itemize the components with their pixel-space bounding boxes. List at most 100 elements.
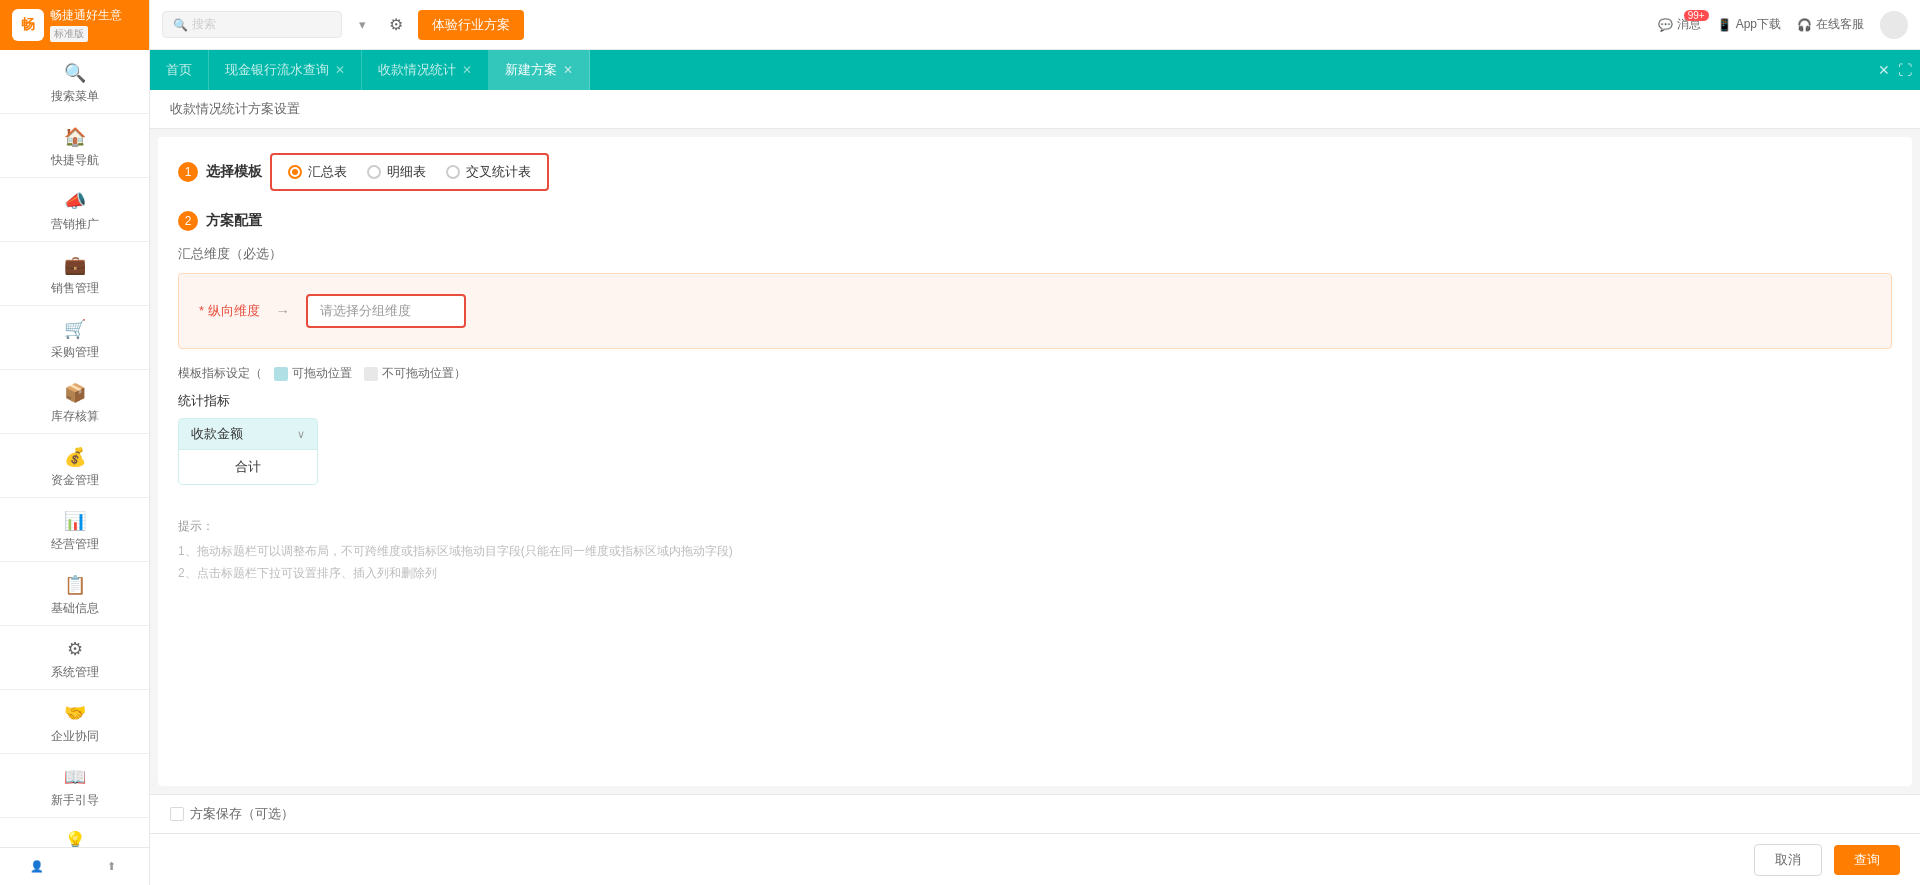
sidebar-item-label: 库存核算 bbox=[51, 408, 99, 425]
legend-draggable-label: 可拖动位置 bbox=[292, 365, 352, 382]
tab-payment[interactable]: 收款情况统计 ✕ bbox=[362, 50, 489, 90]
dimension-area: 纵向维度 → 请选择分组维度 bbox=[178, 273, 1892, 349]
tab-home[interactable]: 首页 bbox=[150, 50, 209, 90]
sidebar-item-finance[interactable]: 💰 资金管理 bbox=[0, 434, 149, 498]
topbar-right: 💬 消息 99+ 📱 App下载 🎧 在线客服 bbox=[1658, 11, 1908, 39]
sidebar-item-search[interactable]: 🔍 搜索菜单 bbox=[0, 50, 149, 114]
save-checkbox-label[interactable]: 方案保存（可选） bbox=[170, 805, 294, 823]
step1-header: 1 选择模板 汇总表 明细表 交叉统计表 bbox=[178, 153, 1892, 191]
download-icon: 📱 bbox=[1717, 18, 1732, 32]
query-button[interactable]: 查询 bbox=[1834, 845, 1900, 875]
search-bar[interactable]: 🔍 搜索 bbox=[162, 11, 342, 38]
corp-icon: 🤝 bbox=[64, 702, 86, 724]
sidebar-item-purchase[interactable]: 🛒 采购管理 bbox=[0, 306, 149, 370]
tab-newplan-label: 新建方案 bbox=[505, 61, 557, 79]
chat-icon: 🎧 bbox=[1797, 18, 1812, 32]
metrics-header: 模板指标设定（ 可拖动位置 不可拖动位置） bbox=[178, 365, 1892, 382]
save-checkbox[interactable] bbox=[170, 807, 184, 821]
download-btn[interactable]: 📱 App下载 bbox=[1717, 16, 1781, 33]
message-btn[interactable]: 💬 消息 99+ bbox=[1658, 16, 1701, 33]
tips-item-1: 1、拖动标题栏可以调整布局，不可跨维度或指标区域拖动目字段(只能在同一维度或指标… bbox=[178, 541, 1892, 563]
expand-window-btn[interactable]: ⛶ bbox=[1898, 62, 1912, 78]
guide-icon: 📖 bbox=[64, 766, 86, 788]
radio-summary[interactable]: 汇总表 bbox=[288, 163, 347, 181]
tab-newplan-close[interactable]: ✕ bbox=[563, 63, 573, 77]
tab-newplan[interactable]: 新建方案 ✕ bbox=[489, 50, 590, 90]
download-label: App下载 bbox=[1736, 16, 1781, 33]
sidebar-item-marketing[interactable]: 📣 营销推广 bbox=[0, 178, 149, 242]
sidebar-item-hardware[interactable]: 💡 智能硬件 bbox=[0, 818, 149, 847]
sidebar-item-label: 营销推广 bbox=[51, 216, 99, 233]
dimension-placeholder: 请选择分组维度 bbox=[320, 303, 411, 318]
legend-non-draggable-box bbox=[364, 367, 378, 381]
tab-cashflow-close[interactable]: ✕ bbox=[335, 63, 345, 77]
legend-draggable-item: 可拖动位置 bbox=[274, 365, 352, 382]
chat-label: 在线客服 bbox=[1816, 16, 1864, 33]
breadcrumb-text: 收款情况统计方案设置 bbox=[170, 101, 300, 116]
chevron-down-icon: ▾ bbox=[359, 17, 366, 32]
legend-draggable-box bbox=[274, 367, 288, 381]
system-icon: ⚙ bbox=[67, 638, 83, 660]
tab-cashflow[interactable]: 现金银行流水查询 ✕ bbox=[209, 50, 362, 90]
radio-cross-btn[interactable] bbox=[446, 165, 460, 179]
legend-non-draggable-item: 不可拖动位置） bbox=[364, 365, 466, 382]
sidebar-user-btn[interactable]: 👤 bbox=[0, 856, 75, 877]
user-avatar[interactable] bbox=[1880, 11, 1908, 39]
cancel-button[interactable]: 取消 bbox=[1754, 844, 1822, 876]
sidebar-bottom: 👤 ⬆ bbox=[0, 847, 149, 885]
close-window-btn[interactable]: ✕ bbox=[1878, 62, 1890, 78]
radio-summary-btn[interactable] bbox=[288, 165, 302, 179]
home-icon: 🏠 bbox=[64, 126, 86, 148]
content-area: 1 选择模板 汇总表 明细表 交叉统计表 bbox=[158, 137, 1912, 786]
arrow-icon: → bbox=[276, 303, 290, 319]
step1-section: 1 选择模板 汇总表 明细表 交叉统计表 bbox=[178, 153, 1892, 191]
user-icon: 👤 bbox=[30, 860, 44, 873]
tab-home-label: 首页 bbox=[166, 61, 192, 79]
sidebar-item-guide[interactable]: 📖 新手引导 bbox=[0, 754, 149, 818]
sidebar-item-corp[interactable]: 🤝 企业协同 bbox=[0, 690, 149, 754]
tips-title: 提示： bbox=[178, 518, 1892, 535]
sidebar-item-label: 基础信息 bbox=[51, 600, 99, 617]
dimension-selector[interactable]: 请选择分组维度 bbox=[306, 294, 466, 328]
tips-section: 提示： 1、拖动标题栏可以调整布局，不可跨维度或指标区域拖动目字段(只能在同一维… bbox=[178, 508, 1892, 594]
chat-btn[interactable]: 🎧 在线客服 bbox=[1797, 16, 1864, 33]
tab-payment-close[interactable]: ✕ bbox=[462, 63, 472, 77]
sidebar-item-label: 销售管理 bbox=[51, 280, 99, 297]
step1-title: 选择模板 bbox=[206, 163, 262, 181]
sidebar-item-basic[interactable]: 📋 基础信息 bbox=[0, 562, 149, 626]
settings-btn[interactable]: ⚙ bbox=[382, 11, 410, 39]
tips-item-2: 2、点击标题栏下拉可设置排序、插入列和删除列 bbox=[178, 563, 1892, 585]
sidebar-item-nav[interactable]: 🏠 快捷导航 bbox=[0, 114, 149, 178]
inventory-icon: 📦 bbox=[64, 382, 86, 404]
step2-header: 2 方案配置 bbox=[178, 211, 1892, 231]
radio-cross[interactable]: 交叉统计表 bbox=[446, 163, 531, 181]
purchase-icon: 🛒 bbox=[64, 318, 86, 340]
sidebar-item-label: 搜索菜单 bbox=[51, 88, 99, 105]
radio-detail[interactable]: 明细表 bbox=[367, 163, 426, 181]
sidebar-item-inventory[interactable]: 📦 库存核算 bbox=[0, 370, 149, 434]
metrics-cell-total: 合计 bbox=[179, 450, 317, 484]
sidebar-upload-btn[interactable]: ⬆ bbox=[75, 856, 150, 877]
sidebar-item-sales[interactable]: 💼 销售管理 bbox=[0, 242, 149, 306]
sidebar-item-label: 采购管理 bbox=[51, 344, 99, 361]
metrics-section-label: 统计指标 bbox=[178, 392, 1892, 410]
vertical-dimension-label: 纵向维度 bbox=[199, 302, 260, 320]
main: 🔍 搜索 ▾ ⚙ 体验行业方案 💬 消息 99+ 📱 App下载 🎧 在线客服 bbox=[150, 0, 1920, 885]
search-menu-icon: 🔍 bbox=[64, 62, 86, 84]
search-dropdown-btn[interactable]: ▾ bbox=[350, 13, 374, 37]
tab-payment-label: 收款情况统计 bbox=[378, 61, 456, 79]
radio-detail-btn[interactable] bbox=[367, 165, 381, 179]
tabbar: 首页 现金银行流水查询 ✕ 收款情况统计 ✕ 新建方案 ✕ ✕ ⛶ bbox=[150, 50, 1920, 90]
gear-icon: ⚙ bbox=[389, 15, 403, 34]
metrics-dropdown-icon[interactable]: ∨ bbox=[297, 428, 305, 441]
sidebar-item-system[interactable]: ⚙ 系统管理 bbox=[0, 626, 149, 690]
step1-number: 1 bbox=[178, 162, 198, 182]
marketing-icon: 📣 bbox=[64, 190, 86, 212]
industry-btn[interactable]: 体验行业方案 bbox=[418, 10, 524, 40]
tabbar-window-actions: ✕ ⛶ bbox=[1878, 62, 1920, 78]
metrics-column-header[interactable]: 收款金额 ∨ bbox=[179, 419, 317, 450]
radio-detail-label: 明细表 bbox=[387, 163, 426, 181]
message-icon: 💬 bbox=[1658, 18, 1673, 32]
template-options: 汇总表 明细表 交叉统计表 bbox=[270, 153, 549, 191]
sidebar-item-management[interactable]: 📊 经营管理 bbox=[0, 498, 149, 562]
